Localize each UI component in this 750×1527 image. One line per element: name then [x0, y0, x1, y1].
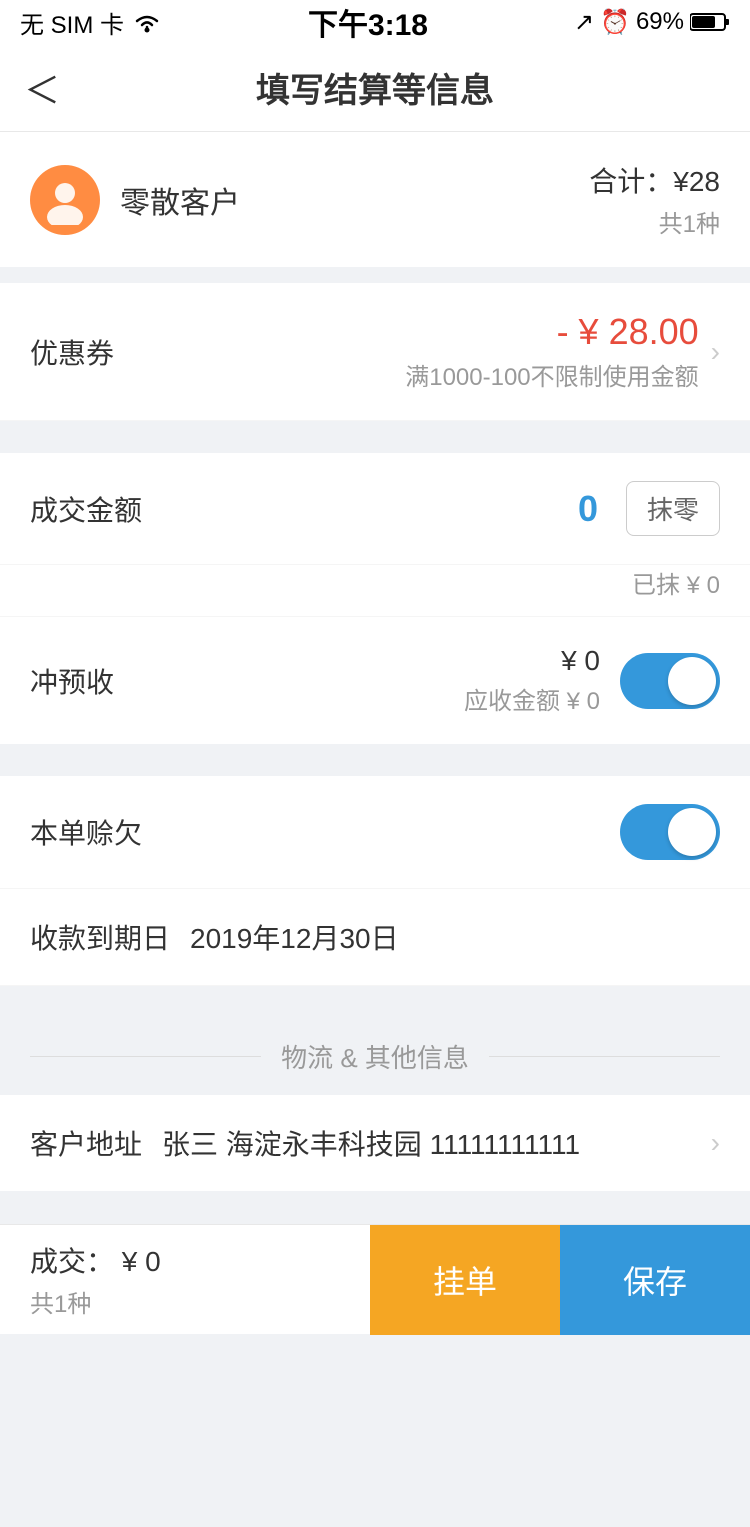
deal-amount-right: 0 抹零 [578, 481, 720, 536]
sim-status: 无 SIM 卡 [20, 5, 124, 40]
bottom-count: 共1种 [30, 1284, 340, 1319]
bottom-deal-label: 成交： [30, 1246, 114, 1277]
alarm-icon: ⏰ [600, 8, 630, 37]
status-left: 无 SIM 卡 [20, 5, 162, 40]
bottom-summary: 成交： ¥ 0 共1种 [0, 1240, 370, 1319]
customer-avatar [30, 165, 100, 235]
pre-receive-row: 冲预收 ¥ 0 应收金额 ¥ 0 [0, 617, 750, 744]
bottom-bar: 成交： ¥ 0 共1种 挂单 保存 [0, 1224, 750, 1334]
customer-name: 零散客户 [120, 178, 240, 222]
page-title: 填写结算等信息 [256, 63, 494, 112]
battery-icon [690, 12, 730, 32]
total-amount: 合计：¥28 [589, 160, 720, 200]
wifi-icon [132, 11, 162, 33]
overdue-row: 本单赊欠 [0, 776, 750, 889]
customer-card: 零散客户 合计：¥28 共1种 [0, 132, 750, 267]
coupon-row[interactable]: 优惠券 - ¥ 28.00 满1000-100不限制使用金额 › [0, 283, 750, 421]
address-value: 张三 海淀永丰科技园 11111111111 [162, 1123, 711, 1163]
customer-summary: 合计：¥28 共1种 [589, 160, 720, 239]
logistics-line-right [489, 1056, 720, 1057]
coupon-amount: - ¥ 28.00 [405, 311, 698, 353]
save-button[interactable]: 保存 [560, 1225, 750, 1335]
coupon-label: 优惠券 [30, 332, 114, 372]
coupon-sub: 满1000-100不限制使用金额 [405, 357, 698, 392]
coupon-details: - ¥ 28.00 满1000-100不限制使用金额 [405, 311, 698, 392]
customer-row: 零散客户 合计：¥28 共1种 [0, 132, 750, 267]
nav-bar: ＜ 填写结算等信息 [0, 44, 750, 132]
address-row[interactable]: 客户地址 张三 海淀永丰科技园 11111111111 › [0, 1095, 750, 1191]
customer-left: 零散客户 [30, 165, 240, 235]
due-date-value: 2019年12月30日 [190, 917, 399, 957]
deal-amount-sub: 已抹 ¥ 0 [632, 572, 720, 599]
divider-3 [0, 1002, 750, 1018]
pre-receive-amounts: ¥ 0 应收金额 ¥ 0 [464, 645, 600, 716]
address-label: 客户地址 [30, 1123, 142, 1163]
coupon-right: - ¥ 28.00 满1000-100不限制使用金额 › [405, 311, 720, 392]
coupon-card[interactable]: 优惠券 - ¥ 28.00 满1000-100不限制使用金额 › [0, 283, 750, 421]
battery-percent: 69% [636, 8, 684, 36]
hold-button[interactable]: 挂单 [370, 1225, 560, 1335]
divider-1 [0, 437, 750, 453]
address-chevron-icon: › [711, 1127, 720, 1159]
overdue-toggle-knob [668, 808, 716, 856]
overdue-label: 本单赊欠 [30, 812, 142, 852]
bottom-deal-amount: 成交： ¥ 0 [30, 1240, 340, 1280]
toggle-knob [668, 657, 716, 705]
address-card[interactable]: 客户地址 张三 海淀永丰科技园 11111111111 › [0, 1095, 750, 1191]
pre-receive-label: 冲预收 [30, 661, 114, 701]
round-zero-button[interactable]: 抹零 [626, 481, 720, 536]
status-right: ↗ ⏰ 69% [574, 8, 730, 37]
back-button[interactable]: ＜ [24, 62, 60, 114]
total-count: 共1种 [589, 204, 720, 239]
pre-receive-right: ¥ 0 应收金额 ¥ 0 [464, 645, 720, 716]
deal-amount-card: 成交金额 0 抹零 已抹 ¥ 0 冲预收 ¥ 0 应收金额 ¥ 0 [0, 453, 750, 744]
deal-amount-value: 0 [578, 488, 598, 529]
bottom-deal-value: ¥ 0 [122, 1246, 161, 1277]
deal-amount-details: 0 [578, 488, 614, 530]
status-bar: 无 SIM 卡 下午3:18 ↗ ⏰ 69% [0, 0, 750, 44]
status-time: 下午3:18 [308, 0, 428, 44]
overdue-card: 本单赊欠 收款到期日 2019年12月30日 [0, 776, 750, 986]
divider-2 [0, 760, 750, 776]
logistics-line-left [30, 1056, 261, 1057]
pre-receive-toggle[interactable] [620, 653, 720, 709]
pre-receive-amount: ¥ 0 [464, 645, 600, 677]
logistics-label: 物流 & 其他信息 [281, 1038, 469, 1075]
overdue-toggle[interactable] [620, 804, 720, 860]
avatar-icon [40, 175, 90, 225]
deal-amount-label: 成交金额 [30, 489, 142, 529]
due-date-label: 收款到期日 [30, 917, 170, 957]
logistics-header: 物流 & 其他信息 [0, 1018, 750, 1095]
pre-receive-sub: 应收金额 ¥ 0 [464, 681, 600, 716]
coupon-chevron-icon: › [711, 336, 720, 368]
deal-amount-row: 成交金额 0 抹零 [0, 453, 750, 565]
location-icon: ↗ [574, 8, 594, 37]
due-date-row: 收款到期日 2019年12月30日 [0, 889, 750, 986]
